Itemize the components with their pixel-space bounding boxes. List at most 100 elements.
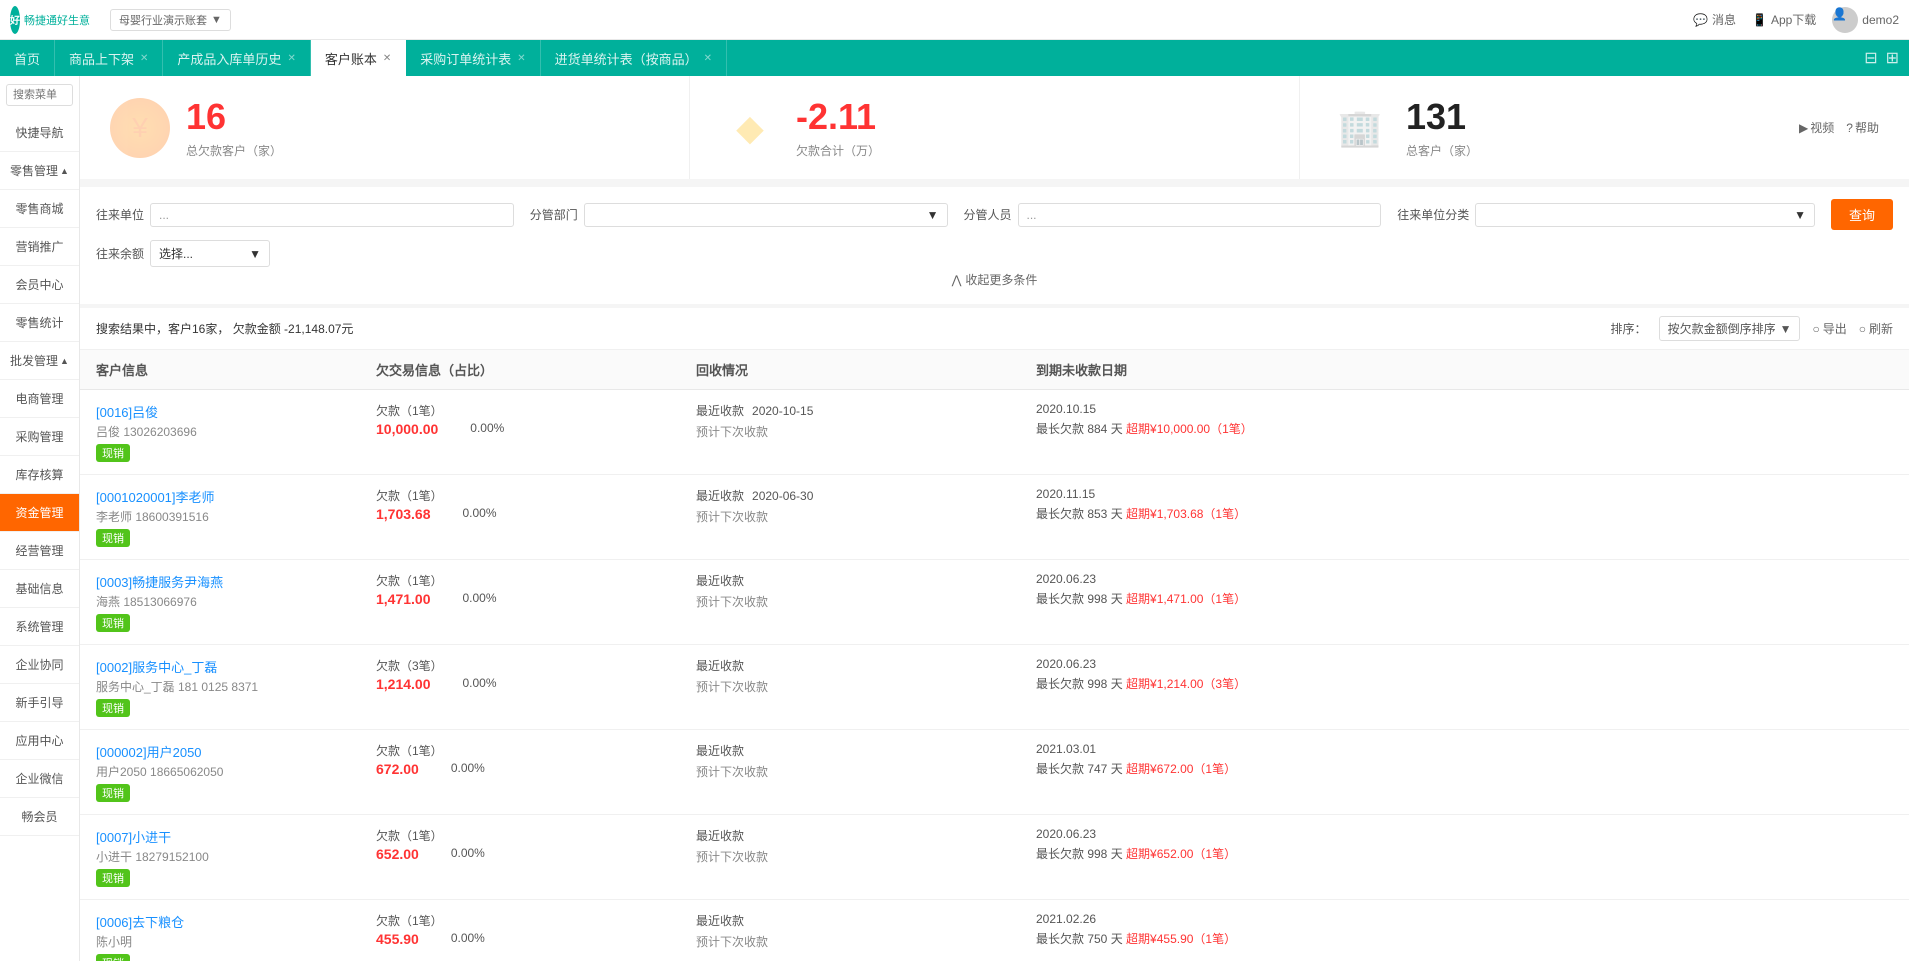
table-row: [0003]畅捷服务尹海燕 海燕 18513066976 现销 欠款（1笔） 1… (80, 560, 1909, 645)
tab-products[interactable]: 商品上下架 ✕ (55, 40, 163, 76)
export-label: 导出 (1823, 320, 1847, 337)
customer-info-7: [0006]去下粮仓 陈小明 现销 (96, 912, 376, 961)
sort-arrow: ▼ (1780, 322, 1792, 336)
export-btn[interactable]: ○ 导出 (1812, 320, 1846, 337)
tab-purchase-close[interactable]: ✕ (517, 53, 525, 64)
customer-contact-3: 海燕 18513066976 (96, 593, 376, 610)
tab-production[interactable]: 产成品入库单历史 ✕ (163, 40, 310, 76)
search-btn[interactable]: 查询 (1831, 199, 1893, 230)
recent-label-1: 最近收款 (696, 404, 744, 418)
customer-name-2[interactable]: [0001020001]李老师 (96, 490, 215, 505)
sort-select[interactable]: 按欠款金额倒序排序 ▼ (1659, 316, 1801, 341)
overdue-link-7[interactable]: 超期¥455.90（1笔） (1126, 932, 1236, 946)
sidebar-item-biz-mgmt[interactable]: 经营管理 (0, 532, 79, 570)
customer-name-7[interactable]: [0006]去下粮仓 (96, 915, 184, 930)
help-btn[interactable]: ? 帮助 (1846, 119, 1879, 136)
sidebar-item-newbie[interactable]: 新手引导 (0, 684, 79, 722)
tab-production-close[interactable]: ✕ (287, 53, 295, 64)
tab-purchase[interactable]: 采购订单统计表 ✕ (406, 40, 540, 76)
collection-info-2: 最近收款2020-06-30 预计下次收款 (696, 487, 1036, 525)
table-header: 客户信息 欠交易信息（占比） 回收情况 到期未收款日期 (80, 350, 1909, 390)
table-row: [0001020001]李老师 李老师 18600391516 现销 欠款（1笔… (80, 475, 1909, 560)
dept-select[interactable]: ▼ (584, 203, 948, 227)
table-container: 客户信息 欠交易信息（占比） 回收情况 到期未收款日期 [0016]吕俊 吕俊 … (80, 350, 1909, 961)
tab-stock[interactable]: 进货单统计表（按商品） ✕ (541, 40, 727, 76)
overdue-info-6: 2020.06.23 最长欠款 998 天 超期¥652.00（1笔） (1036, 827, 1893, 862)
due-date-4: 2020.06.23 (1036, 657, 1893, 671)
stat-label-debt-total: 欠款合计（万） (796, 142, 1269, 159)
video-btn[interactable]: ▶ 视频 (1799, 119, 1834, 136)
tab-customer[interactable]: 客户账本 ✕ (311, 40, 406, 76)
sidebar-item-batch-mgmt[interactable]: 批发管理 ▲ (0, 342, 79, 380)
sidebar-item-vip[interactable]: 畅会员 (0, 798, 79, 836)
collection-info-4: 最近收款 预计下次收款 (696, 657, 1036, 695)
sidebar-item-purchase[interactable]: 采购管理 (0, 418, 79, 456)
sidebar-item-retail-mgmt[interactable]: 零售管理 ▲ (0, 152, 79, 190)
sidebar-item-system[interactable]: 系统管理 (0, 608, 79, 646)
sidebar-item-marketing[interactable]: 营销推广 (0, 228, 79, 266)
tab-stock-label: 进货单统计表（按商品） (555, 49, 698, 68)
search-input[interactable] (6, 84, 73, 106)
customer-name-5[interactable]: [000002]用户2050 (96, 745, 202, 760)
sidebar-item-member[interactable]: 会员中心 (0, 266, 79, 304)
customer-tag-3: 现销 (96, 614, 130, 632)
sidebar-item-retail-mall[interactable]: 零售商城 (0, 190, 79, 228)
tab-stock-close[interactable]: ✕ (704, 53, 712, 64)
tab-home[interactable]: 首页 (0, 40, 55, 76)
customer-name-1[interactable]: [0016]吕俊 (96, 405, 158, 420)
message-btn[interactable]: 💬 消息 (1693, 11, 1736, 28)
collapse-btn[interactable]: ⋀ 收起更多条件 (96, 267, 1893, 292)
balance-select[interactable]: 选择... ▼ (150, 240, 270, 267)
sidebar-item-ecommerce[interactable]: 电商管理 (0, 380, 79, 418)
sidebar-item-inventory[interactable]: 库存核算 (0, 456, 79, 494)
col-header-debt: 欠交易信息（占比） (376, 360, 696, 379)
tab-customer-close[interactable]: ✕ (383, 53, 391, 64)
sidebar-item-finance[interactable]: 资金管理 (0, 494, 79, 532)
table-row: [0006]去下粮仓 陈小明 现销 欠款（1笔） 455.90 0.00% 最近… (80, 900, 1909, 961)
user-menu[interactable]: 👤 demo2 (1832, 7, 1899, 33)
debt-info-4: 欠款（3笔） 1,214.00 0.00% (376, 657, 696, 692)
stat-icon-yuan: ¥ (110, 98, 170, 158)
classification-select[interactable]: ▼ (1475, 203, 1815, 227)
customer-name-6[interactable]: [0007]小进干 (96, 830, 171, 845)
app-download-btn[interactable]: 📱 App下载 (1752, 11, 1816, 28)
overdue-link-6[interactable]: 超期¥652.00（1笔） (1126, 847, 1236, 861)
nav-minimize-btn[interactable]: ⊟ (1864, 48, 1877, 68)
next-collection-6: 预计下次收款 (696, 848, 1036, 865)
col-header-collection: 回收情况 (696, 360, 1036, 379)
sidebar-item-quick[interactable]: 快捷导航 (0, 114, 79, 152)
balance-select-value: 选择... (159, 245, 193, 262)
debt-percent-1: 0.00% (470, 421, 504, 435)
overdue-link-3[interactable]: 超期¥1,471.00（1笔） (1126, 592, 1246, 606)
sidebar-item-retail-stats[interactable]: 零售统计 (0, 304, 79, 342)
customer-name-3[interactable]: [0003]畅捷服务尹海燕 (96, 575, 223, 590)
recent-label-3: 最近收款 (696, 574, 744, 588)
customer-name-4[interactable]: [0002]服务中心_丁磊 (96, 660, 217, 675)
overdue-link-5[interactable]: 超期¥672.00（1笔） (1126, 762, 1236, 776)
sidebar-item-batch-mgmt-arrow: ▲ (60, 356, 69, 366)
tab-products-label: 商品上下架 (69, 49, 134, 68)
sidebar-item-apps[interactable]: 应用中心 (0, 722, 79, 760)
customer-tag-7: 现销 (96, 954, 130, 961)
sidebar-item-wechat-label: 企业微信 (15, 772, 63, 786)
staff-input[interactable]: ... (1018, 203, 1382, 227)
tab-products-close[interactable]: ✕ (140, 53, 148, 64)
refresh-btn[interactable]: ○ 刷新 (1859, 320, 1893, 337)
main-layout: 快捷导航 零售管理 ▲ 零售商城 营销推广 会员中心 零售统计 批发管理 ▲ 电… (0, 76, 1909, 961)
customer-info-4: [0002]服务中心_丁磊 服务中心_丁磊 181 0125 8371 现销 (96, 657, 376, 717)
nav-maximize-btn[interactable]: ⊞ (1886, 48, 1899, 68)
sidebar-item-enterprise[interactable]: 企业协同 (0, 646, 79, 684)
sidebar-item-wechat[interactable]: 企业微信 (0, 760, 79, 798)
next-collection-4: 预计下次收款 (696, 678, 1036, 695)
stat-number-total-customers: 131 (1406, 96, 1783, 138)
customer-info-2: [0001020001]李老师 李老师 18600391516 现销 (96, 487, 376, 547)
overdue-link-1[interactable]: 超期¥10,000.00（1笔） (1126, 422, 1253, 436)
overdue-link-4[interactable]: 超期¥1,214.00（3笔） (1126, 677, 1246, 691)
source-unit-input[interactable]: ... (150, 203, 514, 227)
customer-contact-6: 小进干 18279152100 (96, 848, 376, 865)
overdue-link-2[interactable]: 超期¥1,703.68（1笔） (1126, 507, 1246, 521)
industry-selector[interactable]: 母婴行业演示账套 ▼ (110, 9, 231, 31)
recent-date-2: 2020-06-30 (752, 489, 813, 503)
customer-contact-5: 用户2050 18665062050 (96, 763, 376, 780)
sidebar-item-basic[interactable]: 基础信息 (0, 570, 79, 608)
